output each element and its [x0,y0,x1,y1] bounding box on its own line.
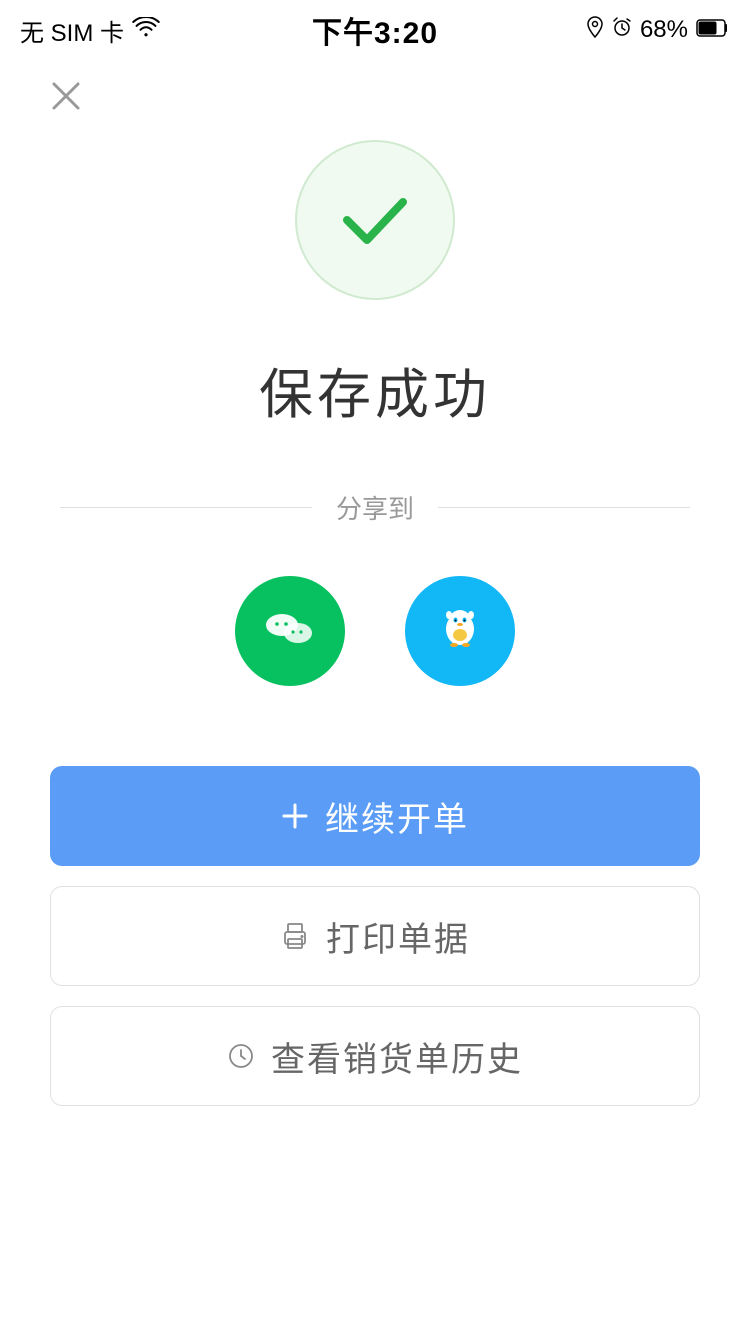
location-icon [586,16,604,45]
close-button[interactable] [40,70,92,122]
share-label: 分享到 [312,489,438,526]
print-label: 打印单据 [326,912,470,961]
share-divider: 分享到 [0,489,750,526]
status-time: 下午3:20 [312,8,438,52]
wechat-icon [258,599,322,663]
alarm-icon [612,16,632,45]
divider-line-left [60,507,312,508]
plus-icon [281,802,309,830]
continue-order-button[interactable]: 继续开单 [50,766,700,866]
history-icon [227,1042,255,1070]
history-label: 查看销货单历史 [271,1032,523,1081]
success-icon-circle [295,140,455,300]
status-right: 68% [586,16,730,45]
success-title: 保存成功 [259,350,491,429]
divider-line-right [438,507,690,508]
qq-icon [428,599,492,663]
status-bar: 无 SIM 卡 下午3:20 68% [0,0,750,60]
action-buttons: 继续开单 打印单据 查看销货单历史 [0,766,750,1106]
battery-text: 68% [640,16,688,44]
continue-order-label: 继续开单 [325,792,469,841]
battery-icon [696,16,730,44]
wifi-icon [132,16,160,44]
checkmark-icon [335,180,415,260]
main-content: 保存成功 分享到 [0,60,750,1106]
wechat-share-button[interactable] [235,576,345,686]
share-icons-container [235,576,515,686]
qq-share-button[interactable] [405,576,515,686]
status-left: 无 SIM 卡 [20,13,160,48]
view-history-button[interactable]: 查看销货单历史 [50,1006,700,1106]
sim-text: 无 SIM 卡 [20,13,124,48]
print-button[interactable]: 打印单据 [50,886,700,986]
print-icon [280,922,310,950]
